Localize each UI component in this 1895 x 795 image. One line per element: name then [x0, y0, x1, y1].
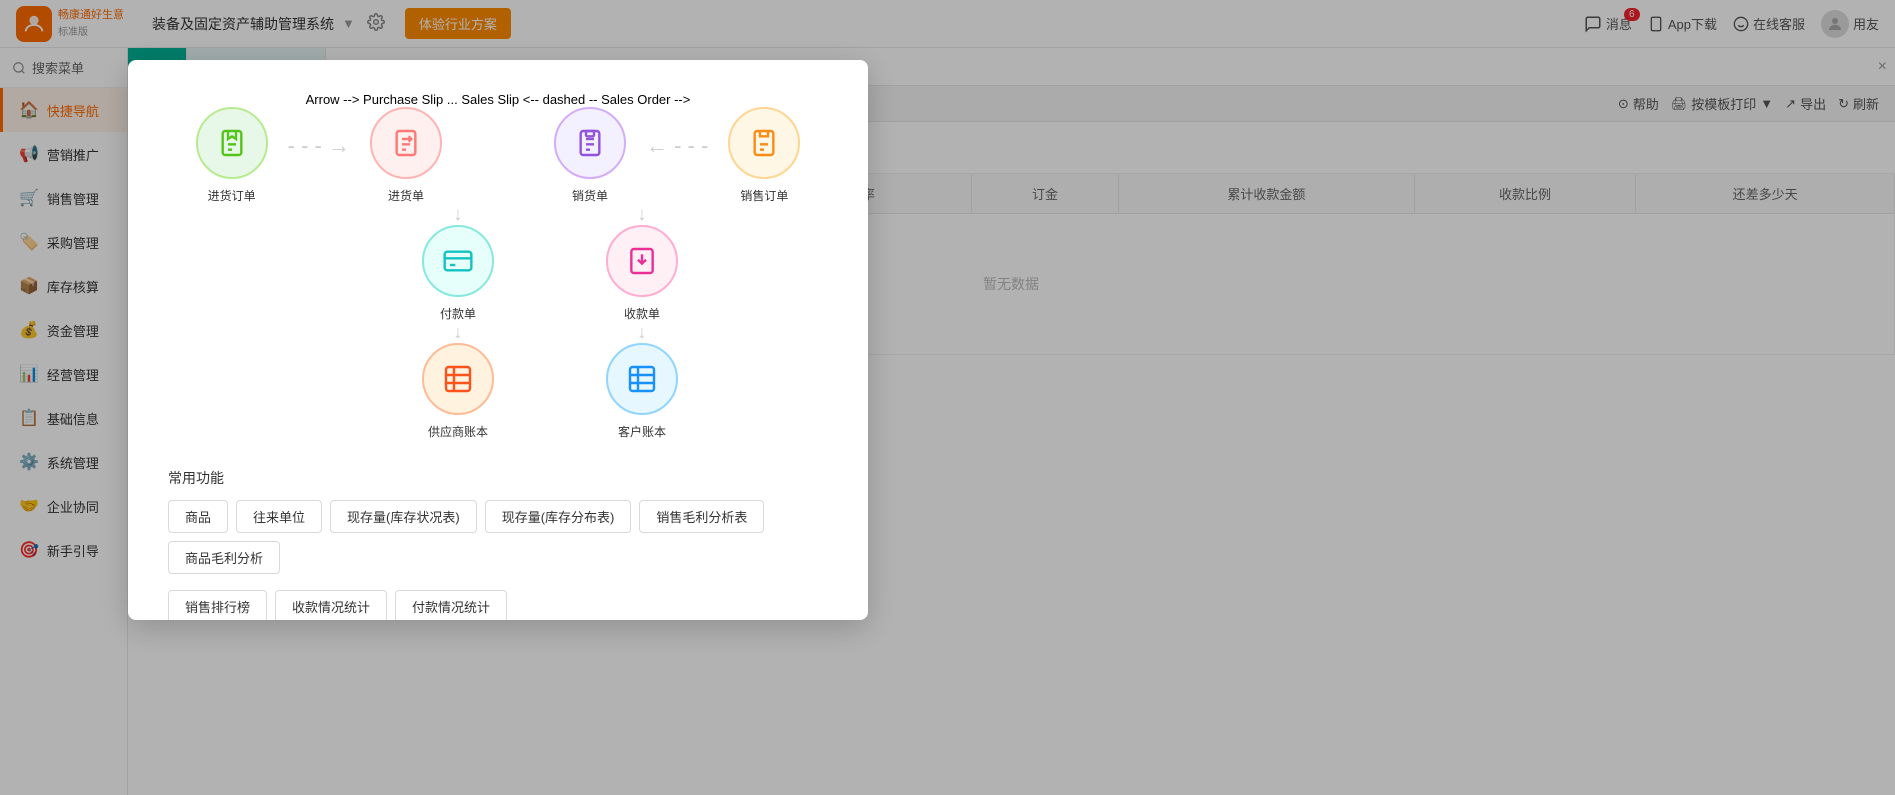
down-arrow-receipt-icon: ↓: [638, 322, 647, 343]
common-functions-section: 常用功能 商品往来单位现存量(库存状况表)现存量(库存分布表)销售毛利分析表商品…: [168, 468, 828, 620]
down-arrow-payment-icon: ↓: [454, 322, 463, 343]
flow-circle-receipt-slip: [606, 225, 678, 297]
flow-label-customer-ledger: 客户账本: [618, 423, 666, 440]
flow-label-payment-slip: 付款单: [440, 305, 476, 322]
flow-circle-purchase-order: [196, 107, 268, 179]
func-buttons-row1: 商品往来单位现存量(库存状况表)现存量(库存分布表)销售毛利分析表商品毛利分析销…: [168, 500, 828, 620]
down-arrow-receipt: ↓: [606, 322, 678, 343]
flow-label-purchase-slip: 进货单: [388, 187, 424, 204]
flow-label-sales-order: 销售订单: [740, 187, 788, 204]
flow-circle-payment-slip: [422, 225, 494, 297]
popup-overlay[interactable]: Arrow --> Purchase Slip ... Sales Slip <…: [0, 0, 1895, 795]
flow-node-payment-slip: 付款单: [422, 225, 494, 322]
down-arrow-purchase-slip-icon: ↓: [454, 204, 463, 225]
flow-row-2: 付款单 收款单: [170, 225, 826, 322]
flow-circle-customer-ledger: [606, 343, 678, 415]
flow-node-sales-slip: 销货单: [554, 107, 626, 204]
arrow-purchase-to-slip: - - - →: [288, 133, 350, 159]
flow-row-3: 供应商账本 客户账本: [170, 343, 826, 440]
flow-down-arrows-row2: ↓ ↓: [168, 322, 828, 343]
flow-down-arrows-row: ↓ ↓: [168, 204, 828, 225]
flow-diagram: Arrow --> Purchase Slip ... Sales Slip <…: [168, 92, 828, 440]
down-arrow-purchase-slip: ↓: [422, 204, 494, 225]
flow-circle-purchase-slip: [370, 107, 442, 179]
func-btn-1[interactable]: 往来单位: [236, 500, 322, 533]
flow-label-receipt-slip: 收款单: [624, 305, 660, 322]
func-btn-4[interactable]: 销售毛利分析表: [639, 500, 764, 533]
flow-node-sales-order: 销售订单: [728, 107, 800, 204]
func-btn-row2-2[interactable]: 付款情况统计: [395, 590, 507, 620]
func-btn-row2-0[interactable]: 销售排行榜: [168, 590, 267, 620]
func-buttons-row2: 销售排行榜收款情况统计付款情况统计: [168, 590, 507, 620]
flow-label-sales-slip: 销货单: [572, 187, 608, 204]
flow-label-supplier-ledger: 供应商账本: [428, 423, 488, 440]
func-btn-0[interactable]: 商品: [168, 500, 228, 533]
flow-node-purchase-order: 进货订单: [196, 107, 268, 204]
popup-inner: Arrow --> Purchase Slip ... Sales Slip <…: [128, 60, 868, 620]
flow-node-supplier-ledger: 供应商账本: [422, 343, 494, 440]
arrow-sales-order-to-slip: ← - - -: [646, 133, 708, 159]
func-btn-5[interactable]: 商品毛利分析: [168, 541, 280, 574]
flow-popup: Arrow --> Purchase Slip ... Sales Slip <…: [128, 60, 868, 620]
down-arrow-payment: ↓: [422, 322, 494, 343]
flow-node-customer-ledger: 客户账本: [606, 343, 678, 440]
flow-circle-supplier-ledger: [422, 343, 494, 415]
func-btn-3[interactable]: 现存量(库存分布表): [485, 500, 632, 533]
flow-node-receipt-slip: 收款单: [606, 225, 678, 322]
func-btn-2[interactable]: 现存量(库存状况表): [330, 500, 477, 533]
down-arrow-sales-slip: ↓: [606, 204, 678, 225]
flow-circle-sales-order: [728, 107, 800, 179]
flow-label-purchase-order: 进货订单: [208, 187, 256, 204]
func-buttons-row1: 商品往来单位现存量(库存状况表)现存量(库存分布表)销售毛利分析表商品毛利分析: [168, 500, 828, 574]
flow-row-1: 进货订单 - - - → 进货单: [180, 107, 817, 204]
flow-circle-sales-slip: [554, 107, 626, 179]
common-functions-title: 常用功能: [168, 468, 828, 488]
down-arrow-sales-slip-icon: ↓: [638, 204, 647, 225]
flow-node-purchase-slip: 进货单: [370, 107, 442, 204]
func-btn-row2-1[interactable]: 收款情况统计: [275, 590, 387, 620]
